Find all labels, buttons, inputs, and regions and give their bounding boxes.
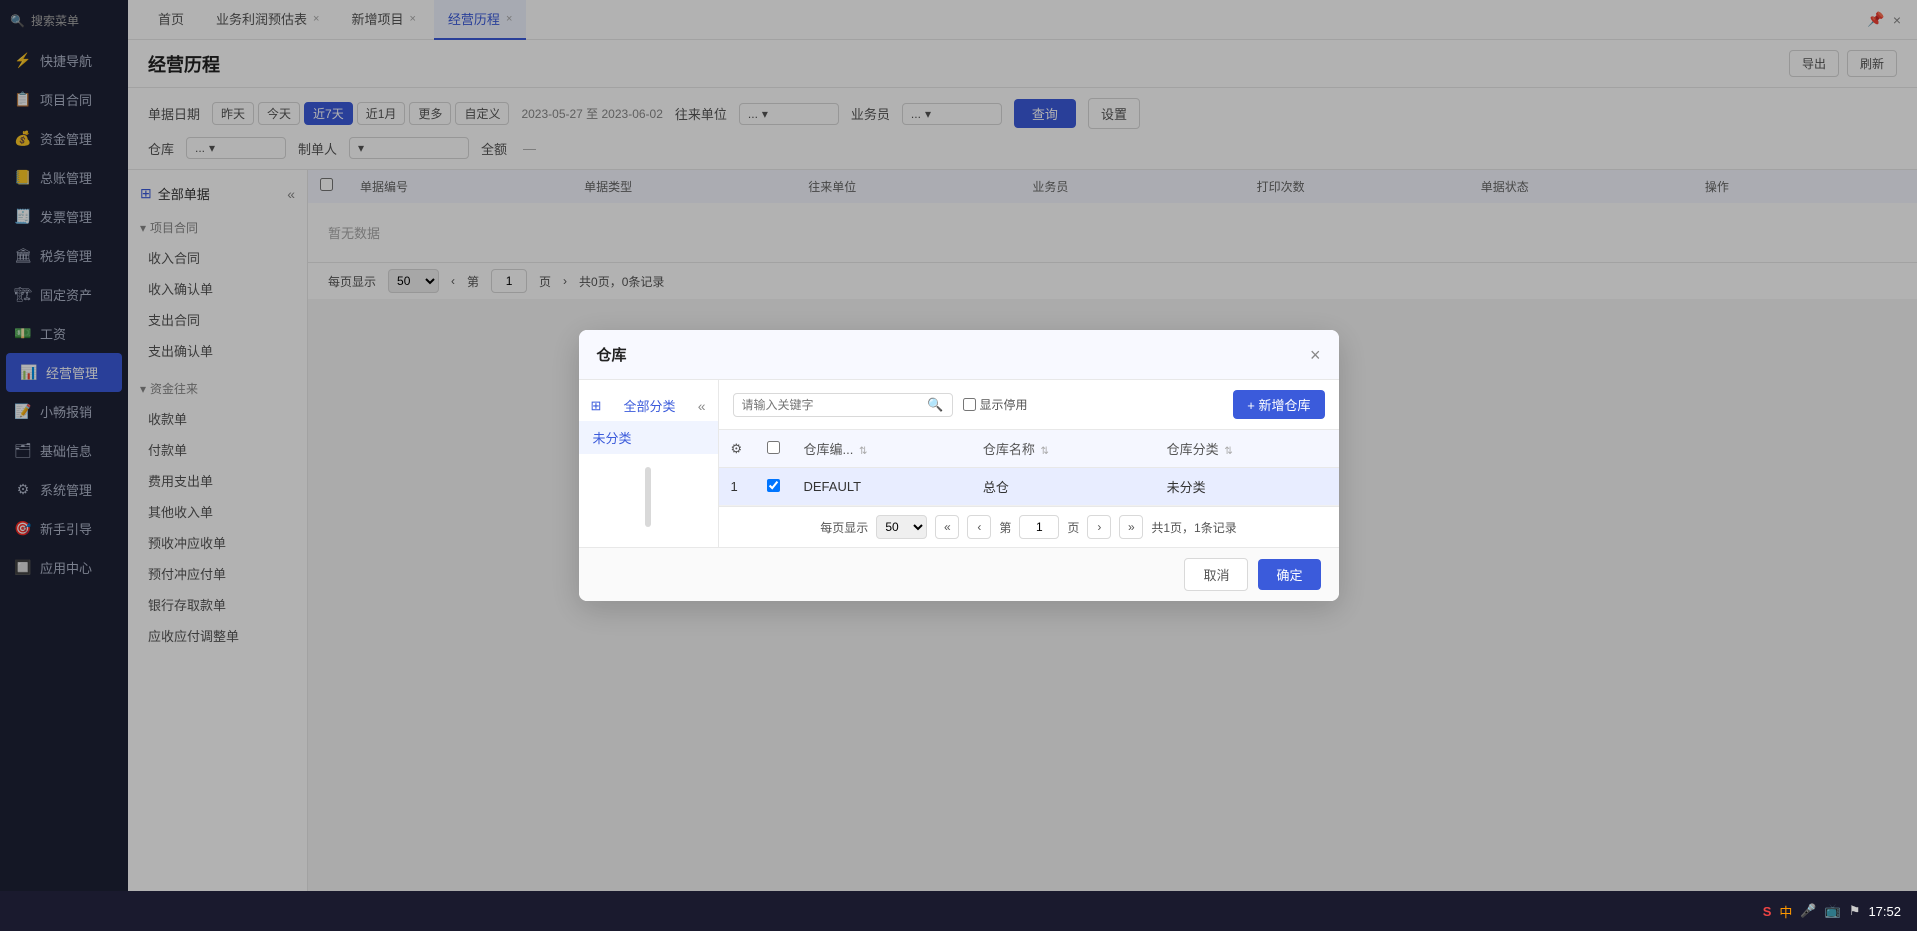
confirm-button[interactable]: 确定 (1258, 559, 1320, 590)
modal-body: ⊞ 全部分类 « 未分类 🔍 (579, 380, 1339, 547)
table-row[interactable]: 1 DEFAULT 总仓 未分类 (719, 468, 1339, 506)
col-settings: ⚙ (719, 430, 755, 468)
modal-search-input[interactable] (742, 398, 928, 412)
modal-per-page-select[interactable]: 50 100 (876, 515, 927, 539)
settings-icon[interactable]: ⚙ (731, 441, 743, 456)
page-last-btn[interactable]: » (1119, 515, 1143, 539)
modal-left-collapse-btn[interactable]: « (698, 398, 706, 414)
page-next-btn[interactable]: › (1087, 515, 1111, 539)
modal-footer: 取消 确定 (579, 547, 1339, 601)
show-disabled-checkbox[interactable] (963, 398, 976, 411)
page-prev-btn[interactable]: ‹ (967, 515, 991, 539)
modal-page-label: 第 (999, 519, 1011, 536)
modal-pagination: 每页显示 50 100 « ‹ 第 页 › » 共1页，1条记录 (719, 506, 1339, 547)
show-disabled-wrap: 显示停用 (963, 396, 1028, 413)
row-code: DEFAULT (792, 468, 971, 506)
warehouse-modal: 仓库 × ⊞ 全部分类 « 未分类 (579, 330, 1339, 601)
row-select-checkbox[interactable] (767, 479, 780, 492)
modal-close-button[interactable]: × (1310, 346, 1321, 364)
modal-search-wrap: 🔍 (733, 393, 953, 417)
row-category: 未分类 (1155, 468, 1339, 506)
taskbar: S 中 🎤 📺 ⚑ 17:52 (0, 891, 1917, 931)
modal-overlay: 仓库 × ⊞ 全部分类 « 未分类 (0, 0, 1917, 931)
category-title: 全部分类 (624, 396, 676, 415)
warehouse-table: ⚙ 仓库编... ⇅ 仓库名称 (719, 430, 1339, 506)
cancel-button[interactable]: 取消 (1184, 558, 1248, 591)
taskbar-icon-dot: 中 (1779, 902, 1792, 921)
sort-icon-name: ⇅ (1041, 446, 1049, 457)
col-warehouse-category: 仓库分类 ⇅ (1155, 430, 1339, 468)
col-warehouse-code: 仓库编... ⇅ (792, 430, 971, 468)
taskbar-icon-flag: ⚑ (1849, 903, 1861, 919)
row-name: 总仓 (971, 468, 1155, 506)
taskbar-icon-tv: 📺 (1825, 903, 1841, 919)
add-warehouse-button[interactable]: + 新增仓库 (1233, 390, 1324, 419)
modal-search-icon: 🔍 (927, 397, 943, 413)
row-num: 1 (719, 468, 755, 506)
page-first-btn[interactable]: « (935, 515, 959, 539)
modal-page-input[interactable] (1019, 515, 1059, 539)
warehouse-table-head: ⚙ 仓库编... ⇅ 仓库名称 (719, 430, 1339, 468)
sort-icon-code: ⇅ (859, 446, 867, 457)
taskbar-icons: S 中 🎤 📺 ⚑ 17:52 (1763, 902, 1901, 921)
warehouse-table-body: 1 DEFAULT 总仓 未分类 (719, 468, 1339, 506)
modal-category-panel: ⊞ 全部分类 « 未分类 (579, 380, 719, 547)
modal-table-wrap: ⚙ 仓库编... ⇅ 仓库名称 (719, 430, 1339, 506)
modal-category-header: ⊞ 全部分类 « (579, 390, 718, 421)
modal-toolbar: 🔍 显示停用 + 新增仓库 (719, 380, 1339, 430)
modal-per-page-label: 每页显示 (820, 519, 868, 536)
modal-title: 仓库 (597, 344, 627, 365)
taskbar-icon-zh: S (1763, 904, 1772, 919)
show-disabled-label: 显示停用 (980, 396, 1028, 413)
scrollbar-thumb[interactable] (645, 467, 651, 527)
modal-page-suffix: 页 (1067, 519, 1079, 536)
table-select-all[interactable] (767, 441, 780, 454)
col-check (755, 430, 792, 468)
modal-header: 仓库 × (579, 330, 1339, 380)
col-warehouse-name: 仓库名称 ⇅ (971, 430, 1155, 468)
category-icon: ⊞ (591, 398, 602, 414)
modal-right-panel: 🔍 显示停用 + 新增仓库 ⚙ (719, 380, 1339, 547)
taskbar-time: 17:52 (1868, 904, 1901, 919)
modal-total-info: 共1页，1条记录 (1151, 519, 1236, 536)
category-item-unclassified[interactable]: 未分类 (579, 421, 718, 454)
row-checkbox (755, 468, 792, 506)
taskbar-icon-mic: 🎤 (1800, 903, 1816, 919)
sort-icon-category: ⇅ (1224, 446, 1232, 457)
